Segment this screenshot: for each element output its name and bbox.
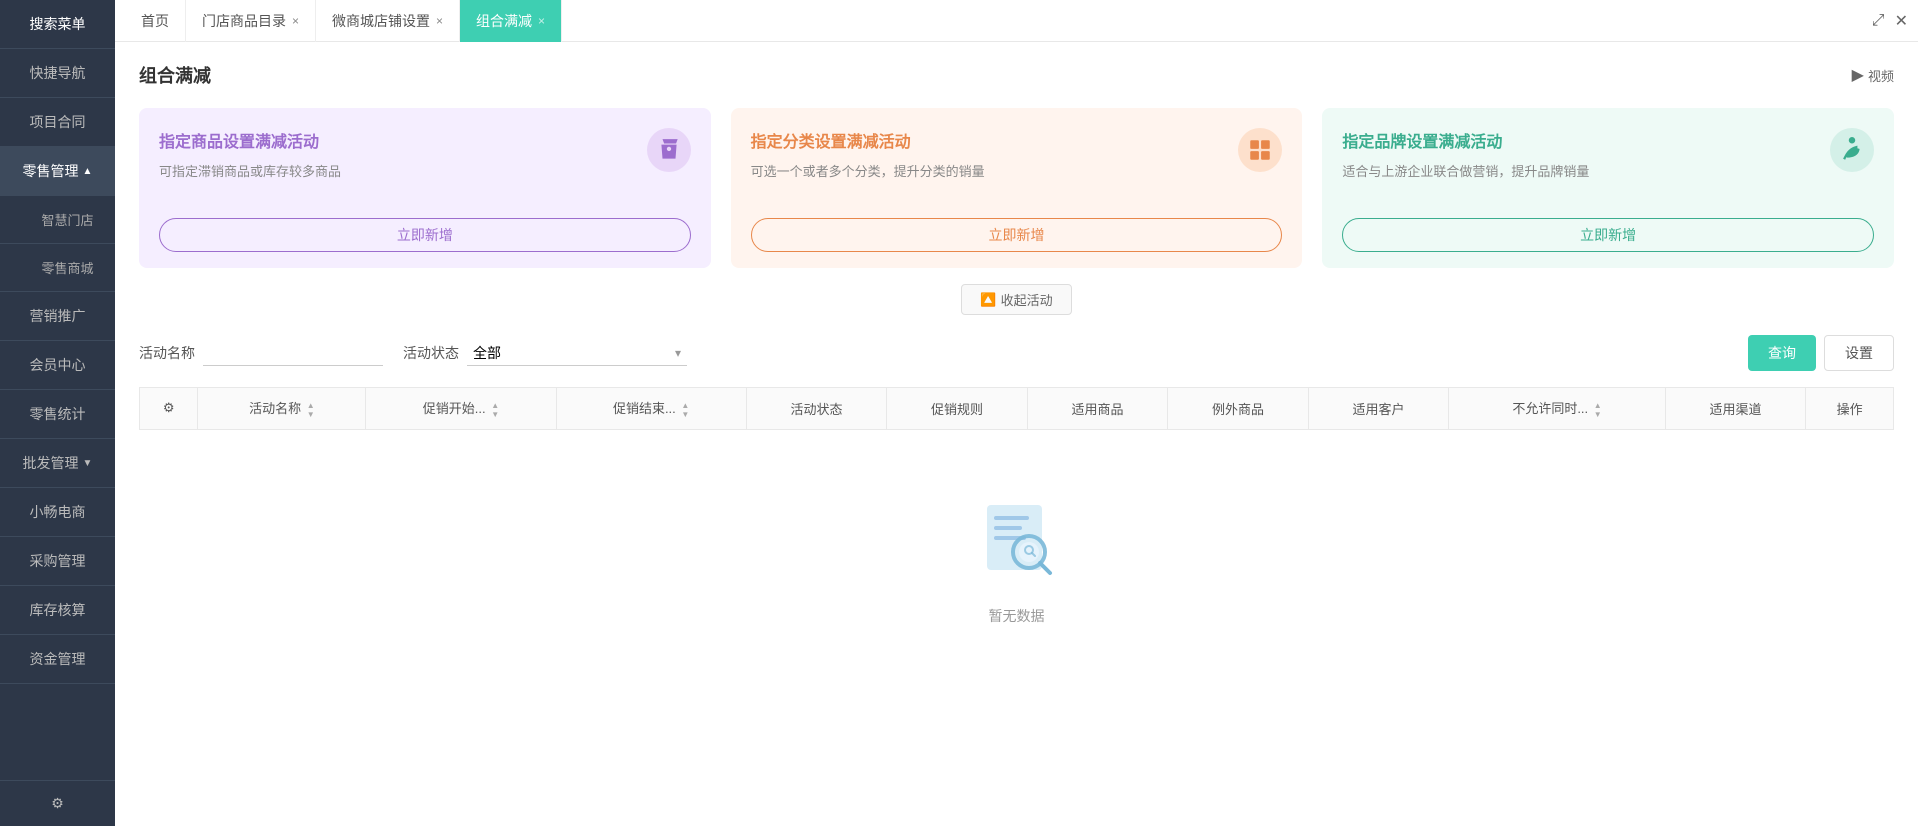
content-area: 组合满减 ▶ 视频 指定商品设置满减活动 可指定滞销商品或库存较多商品 立即新增… bbox=[115, 42, 1918, 826]
category-card-title: 指定分类设置满减活动 bbox=[751, 128, 1283, 152]
brand-card-desc: 适合与上游企业联合做营销，提升品牌销量 bbox=[1342, 162, 1874, 204]
col-applicable-goods: 适用商品 bbox=[1027, 388, 1168, 430]
tab-home[interactable]: 首页 bbox=[125, 0, 186, 42]
data-table: ⚙ 活动名称 ▲▼ 促销开始... ▲▼ 促销结束... ▲▼ bbox=[139, 387, 1894, 666]
empty-state-row: 暂无数据 bbox=[140, 429, 1894, 666]
search-bar: 活动名称 活动状态 全部 进行中 未开始 已结束 ▾ 查询 设置 bbox=[139, 335, 1894, 371]
col-excluded-goods: 例外商品 bbox=[1168, 388, 1309, 430]
sidebar-settings-btn[interactable]: ⚙ bbox=[0, 780, 115, 826]
tab-wechat-store-close[interactable]: × bbox=[436, 14, 443, 28]
sidebar-item-project-contract[interactable]: 项目合同 bbox=[0, 98, 115, 147]
retail-mgmt-arrow: ▲ bbox=[83, 166, 93, 177]
category-card-desc: 可选一个或者多个分类，提升分类的销量 bbox=[751, 162, 1283, 204]
brand-promo-card: 指定品牌设置满减活动 适合与上游企业联合做营销，提升品牌销量 立即新增 bbox=[1322, 108, 1894, 268]
window-close-icon[interactable]: ✕ bbox=[1895, 11, 1908, 31]
tab-combo-discount-close[interactable]: × bbox=[538, 14, 545, 28]
col-activity-name[interactable]: 活动名称 ▲▼ bbox=[198, 388, 366, 430]
promo-end-sort: ▲▼ bbox=[681, 401, 689, 419]
sidebar-item-wholesale-mgmt[interactable]: 批发管理 ▼ bbox=[0, 439, 115, 488]
tab-wechat-store[interactable]: 微商城店铺设置 × bbox=[316, 0, 460, 42]
tab-store-catalog-close[interactable]: × bbox=[292, 14, 299, 28]
sidebar-item-quick-nav[interactable]: 快捷导航 bbox=[0, 49, 115, 98]
activity-name-field: 活动名称 bbox=[139, 341, 383, 366]
empty-state: 暂无数据 bbox=[140, 430, 1894, 666]
collapse-activities-btn[interactable]: 🔼 收起活动 bbox=[961, 284, 1071, 315]
play-circle-icon: ▶ bbox=[1852, 65, 1864, 85]
sidebar-item-xiaochangec[interactable]: 小畅电商 bbox=[0, 488, 115, 537]
wholesale-mgmt-arrow: ▼ bbox=[83, 458, 93, 469]
sidebar-item-membership[interactable]: 会员中心 bbox=[0, 341, 115, 390]
collapse-up-icon: 🔼 bbox=[980, 292, 996, 308]
col-promo-end-label: 促销结束... bbox=[613, 401, 676, 416]
sidebar-item-retail-stats[interactable]: 零售统计 bbox=[0, 390, 115, 439]
sidebar-search[interactable]: 搜索菜单 bbox=[0, 0, 115, 49]
product-card-icon bbox=[647, 128, 691, 172]
col-promo-rule-label: 促销规则 bbox=[931, 402, 983, 417]
col-applicable-channel-label: 适用渠道 bbox=[1710, 402, 1762, 417]
col-activity-status: 活动状态 bbox=[746, 388, 887, 430]
col-activity-name-label: 活动名称 bbox=[249, 401, 301, 416]
col-applicable-goods-label: 适用商品 bbox=[1071, 402, 1123, 417]
activity-name-sort: ▲▼ bbox=[307, 401, 315, 419]
empty-state-illustration bbox=[967, 490, 1067, 590]
product-card-add-btn[interactable]: 立即新增 bbox=[159, 218, 691, 252]
activity-status-label: 活动状态 bbox=[403, 343, 459, 363]
brand-card-title: 指定品牌设置满减活动 bbox=[1342, 128, 1874, 152]
col-excluded-goods-label: 例外商品 bbox=[1212, 402, 1264, 417]
brand-card-icon bbox=[1830, 128, 1874, 172]
col-promo-end[interactable]: 促销结束... ▲▼ bbox=[556, 388, 746, 430]
col-promo-start-label: 促销开始... bbox=[423, 401, 486, 416]
sidebar-item-procurement[interactable]: 采购管理 bbox=[0, 537, 115, 586]
sidebar-item-retail-mgmt[interactable]: 零售管理 ▲ bbox=[0, 147, 115, 196]
product-card-desc: 可指定滞销商品或库存较多商品 bbox=[159, 162, 691, 204]
sidebar-item-finance[interactable]: 资金管理 bbox=[0, 635, 115, 684]
sidebar: 搜索菜单 快捷导航 项目合同 零售管理 ▲ 智慧门店 零售商城 营销推广 会员中… bbox=[0, 0, 115, 826]
brand-card-add-btn[interactable]: 立即新增 bbox=[1342, 218, 1874, 252]
tab-store-catalog[interactable]: 门店商品目录 × bbox=[186, 0, 316, 42]
col-settings[interactable]: ⚙ bbox=[140, 388, 198, 430]
sidebar-item-marketing[interactable]: 营销推广 bbox=[0, 292, 115, 341]
col-promo-rule: 促销规则 bbox=[887, 388, 1028, 430]
empty-state-text: 暂无数据 bbox=[140, 606, 1894, 626]
video-link[interactable]: ▶ 视频 bbox=[1852, 65, 1894, 85]
no-concurrent-sort: ▲▼ bbox=[1594, 401, 1602, 419]
tabs-bar: 首页 门店商品目录 × 微商城店铺设置 × 组合满减 × ⤢ ✕ bbox=[115, 0, 1918, 42]
col-no-concurrent-label: 不允许同时... bbox=[1512, 401, 1588, 416]
col-no-concurrent[interactable]: 不允许同时... ▲▼ bbox=[1449, 388, 1666, 430]
sidebar-item-smart-store[interactable]: 智慧门店 bbox=[0, 196, 115, 244]
activity-name-input[interactable] bbox=[203, 341, 383, 366]
col-operation-label: 操作 bbox=[1837, 402, 1863, 417]
activity-status-field: 活动状态 全部 进行中 未开始 已结束 ▾ bbox=[403, 341, 687, 366]
page-title: 组合满减 bbox=[139, 62, 211, 88]
category-promo-card: 指定分类设置满减活动 可选一个或者多个分类，提升分类的销量 立即新增 bbox=[731, 108, 1303, 268]
promo-cards-row: 指定商品设置满减活动 可指定滞销商品或库存较多商品 立即新增 指定分类设置满减活… bbox=[139, 108, 1894, 268]
settings-icon: ⚙ bbox=[163, 400, 175, 415]
sidebar-item-retail-mall[interactable]: 零售商城 bbox=[0, 244, 115, 292]
col-applicable-channel: 适用渠道 bbox=[1665, 388, 1806, 430]
table-header-row: ⚙ 活动名称 ▲▼ 促销开始... ▲▼ 促销结束... ▲▼ bbox=[140, 388, 1894, 430]
table-settings-btn[interactable]: 设置 bbox=[1824, 335, 1894, 371]
col-operation: 操作 bbox=[1806, 388, 1894, 430]
activity-status-select-wrap: 全部 进行中 未开始 已结束 ▾ bbox=[467, 341, 687, 366]
sidebar-item-inventory[interactable]: 库存核算 bbox=[0, 586, 115, 635]
tab-combo-discount[interactable]: 组合满减 × bbox=[460, 0, 562, 42]
query-btn[interactable]: 查询 bbox=[1748, 335, 1816, 371]
category-card-add-btn[interactable]: 立即新增 bbox=[751, 218, 1283, 252]
collapse-bar: 🔼 收起活动 bbox=[139, 284, 1894, 315]
product-card-title: 指定商品设置满减活动 bbox=[159, 128, 691, 152]
page-header: 组合满减 ▶ 视频 bbox=[139, 62, 1894, 88]
maximize-icon[interactable]: ⤢ bbox=[1872, 12, 1885, 30]
promo-start-sort: ▲▼ bbox=[491, 401, 499, 419]
col-activity-status-label: 活动状态 bbox=[790, 402, 842, 417]
activity-name-label: 活动名称 bbox=[139, 343, 195, 363]
col-promo-start[interactable]: 促销开始... ▲▼ bbox=[366, 388, 556, 430]
tabs-right-actions: ⤢ ✕ bbox=[1872, 11, 1908, 31]
col-applicable-customer-label: 适用客户 bbox=[1352, 402, 1404, 417]
col-applicable-customer: 适用客户 bbox=[1308, 388, 1449, 430]
search-actions: 查询 设置 bbox=[1748, 335, 1894, 371]
product-promo-card: 指定商品设置满减活动 可指定滞销商品或库存较多商品 立即新增 bbox=[139, 108, 711, 268]
activity-status-select[interactable]: 全部 进行中 未开始 已结束 bbox=[467, 341, 687, 366]
main-area: 首页 门店商品目录 × 微商城店铺设置 × 组合满减 × ⤢ ✕ 组合满减 ▶ … bbox=[115, 0, 1918, 826]
